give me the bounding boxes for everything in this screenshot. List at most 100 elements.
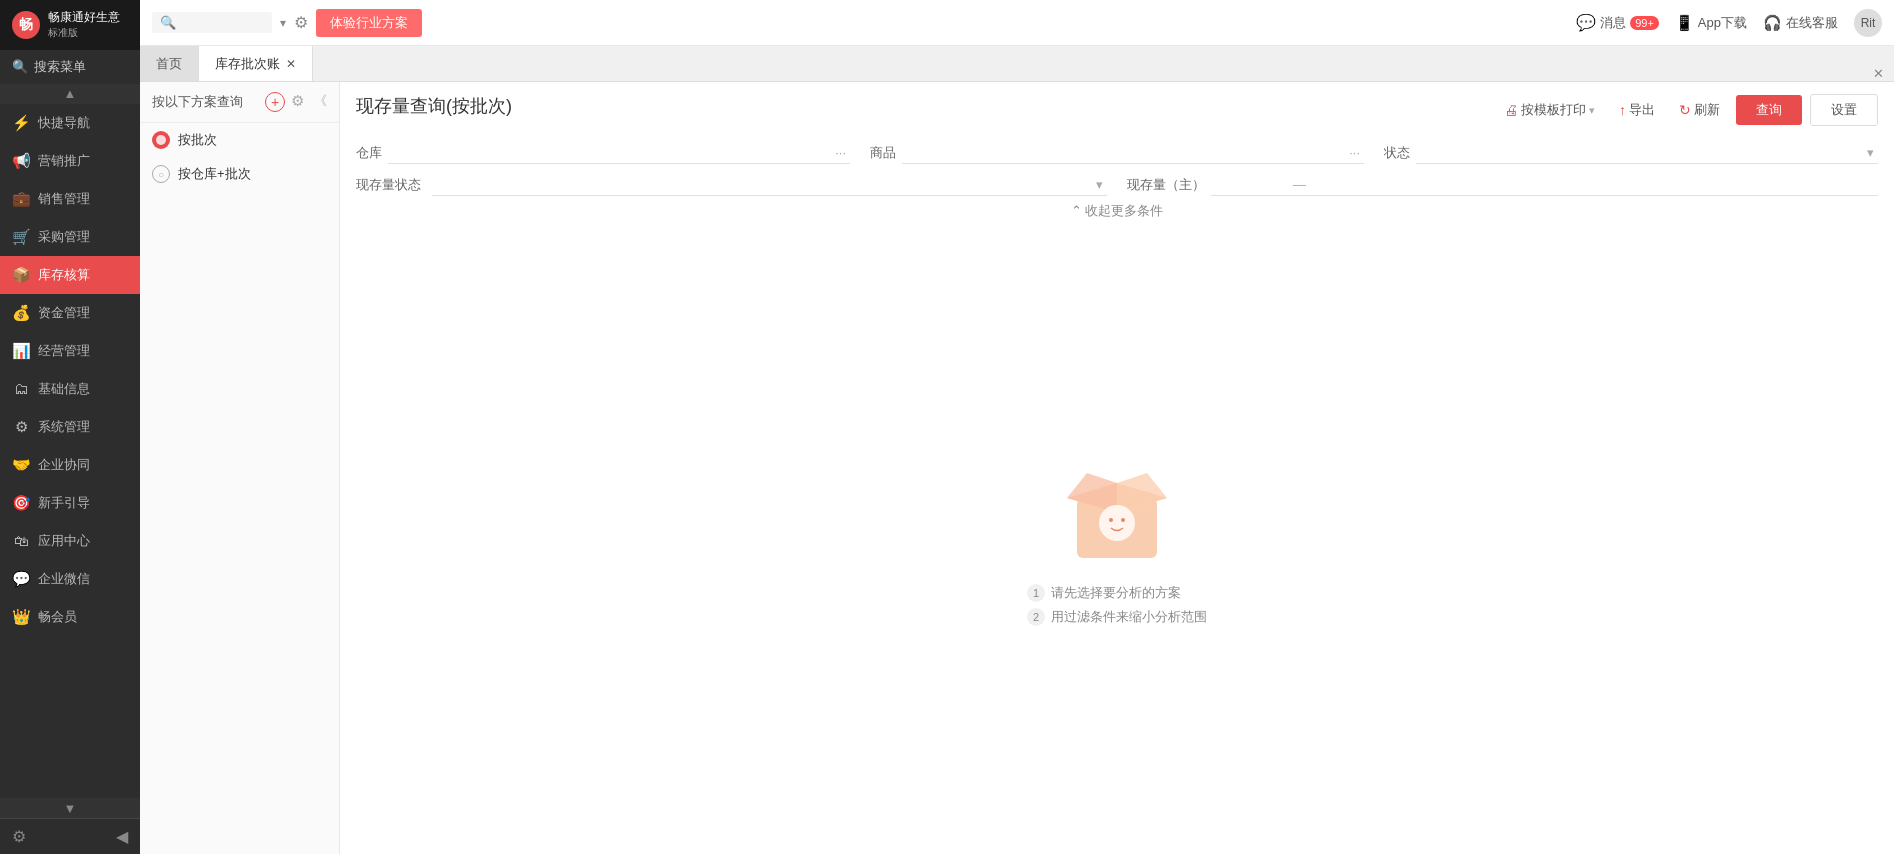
close-panel-icon[interactable]: ✕ bbox=[1863, 66, 1894, 81]
svg-point-7 bbox=[1121, 518, 1125, 522]
topbar-settings-icon[interactable]: ⚙ bbox=[294, 13, 308, 32]
warehouse-control[interactable]: ··· bbox=[388, 142, 850, 164]
warehouse-label: 仓库 bbox=[356, 144, 382, 162]
online-service-item[interactable]: 🎧 在线客服 bbox=[1763, 14, 1838, 32]
sidebar-scroll-up[interactable]: ▲ bbox=[0, 84, 140, 104]
svg-point-0 bbox=[156, 135, 166, 145]
product-field: 商品 ··· bbox=[870, 142, 1364, 164]
stock-qty-max-input[interactable] bbox=[1314, 177, 1384, 192]
scheme-warehouse-batch[interactable]: ○ 按仓库+批次 bbox=[140, 157, 339, 191]
purchase-icon: 🛒 bbox=[12, 228, 30, 246]
sidebar-item-inventory[interactable]: 📦 库存核算 bbox=[0, 256, 140, 294]
sidebar-item-newbie[interactable]: 🎯 新手引导 bbox=[0, 484, 140, 522]
collapse-more-icon: ⌃ bbox=[1071, 203, 1082, 218]
stock-status-label: 现存量状态 bbox=[356, 176, 426, 194]
stock-qty-control: — bbox=[1211, 174, 1878, 196]
sidebar-item-basics[interactable]: 🗂 基础信息 bbox=[0, 370, 140, 408]
messages-label: 消息 bbox=[1600, 14, 1626, 32]
left-panel-header: 按以下方案查询 + ⚙ 《 bbox=[140, 82, 339, 123]
sidebar-settings-icon[interactable]: ⚙ bbox=[12, 827, 26, 846]
sidebar-item-sales[interactable]: 💼 销售管理 bbox=[0, 180, 140, 218]
warehouse-field: 仓库 ··· bbox=[356, 142, 850, 164]
settings-button[interactable]: 设置 bbox=[1810, 94, 1878, 126]
sidebar-item-purchase[interactable]: 🛒 采购管理 bbox=[0, 218, 140, 256]
sales-icon: 💼 bbox=[12, 190, 30, 208]
print-icon: 🖨 bbox=[1504, 102, 1518, 118]
warehouse-dots[interactable]: ··· bbox=[835, 145, 846, 160]
empty-hint-2: 2 用过滤条件来缩小分析范围 bbox=[1027, 608, 1207, 626]
sidebar-item-system[interactable]: ⚙ 系统管理 bbox=[0, 408, 140, 446]
app-subtitle: 标准版 bbox=[48, 26, 120, 40]
online-service-label: 在线客服 bbox=[1786, 14, 1838, 32]
status-arrow[interactable]: ▾ bbox=[1867, 145, 1874, 160]
tab-inventory-batch-close[interactable]: ✕ bbox=[286, 57, 296, 71]
sidebar-item-finance[interactable]: 💰 资金管理 bbox=[0, 294, 140, 332]
sidebar-nav: ⚡ 快捷导航 📢 营销推广 💼 销售管理 🛒 采购管理 📦 库存核算 💰 资金管… bbox=[0, 104, 140, 798]
left-panel-header-label: 按以下方案查询 bbox=[152, 93, 243, 111]
scheme-batch-label: 按批次 bbox=[178, 131, 217, 149]
sidebar-item-enterprise[interactable]: 🤝 企业协同 bbox=[0, 446, 140, 484]
stock-status-field: 现存量状态 ▾ bbox=[356, 174, 1107, 196]
sidebar-item-quick-nav[interactable]: ⚡ 快捷导航 bbox=[0, 104, 140, 142]
export-button[interactable]: ↑ 导出 bbox=[1611, 97, 1663, 123]
add-scheme-icon[interactable]: + bbox=[265, 92, 285, 112]
print-button[interactable]: 🖨 按模板打印 ▾ bbox=[1496, 97, 1603, 123]
hint-num-1: 1 bbox=[1027, 584, 1045, 602]
sidebar-scroll-down[interactable]: ▼ bbox=[0, 798, 140, 818]
newbie-label: 新手引导 bbox=[38, 494, 90, 512]
finance-label: 资金管理 bbox=[38, 304, 90, 322]
collapse-more-bar[interactable]: ⌃ 收起更多条件 bbox=[356, 196, 1878, 226]
sidebar-header: 畅 畅康通好生意 标准版 bbox=[0, 0, 140, 50]
refresh-button[interactable]: ↻ 刷新 bbox=[1671, 97, 1728, 123]
page-header: 现存量查询(按批次) 🖨 按模板打印 ▾ ↑ 导出 ↻ 刷新 bbox=[340, 82, 1894, 226]
scheme-settings-icon[interactable]: ⚙ bbox=[291, 92, 304, 112]
left-panel-collapse-icon[interactable]: 《 bbox=[314, 92, 327, 112]
tab-home[interactable]: 首页 bbox=[140, 46, 199, 81]
status-control[interactable]: ▾ bbox=[1416, 142, 1878, 164]
refresh-label: 刷新 bbox=[1694, 101, 1720, 119]
inventory-label: 库存核算 bbox=[38, 266, 90, 284]
sidebar-item-wechat[interactable]: 💬 企业微信 bbox=[0, 560, 140, 598]
svg-point-5 bbox=[1099, 505, 1135, 541]
sidebar-collapse-icon[interactable]: ◀ bbox=[116, 827, 128, 846]
scheme-batch-icon bbox=[152, 131, 170, 149]
right-panel: 现存量查询(按批次) 🖨 按模板打印 ▾ ↑ 导出 ↻ 刷新 bbox=[340, 82, 1894, 854]
sidebar-item-appstore[interactable]: 🛍 应用中心 bbox=[0, 522, 140, 560]
app-title: 畅康通好生意 bbox=[48, 10, 120, 26]
stock-status-control[interactable]: ▾ bbox=[432, 174, 1107, 196]
left-panel: 按以下方案查询 + ⚙ 《 按批次 ○ 按仓库+批次 bbox=[140, 82, 340, 854]
topbar-search-box[interactable]: 🔍 bbox=[152, 12, 272, 33]
page-title: 现存量查询(按批次) bbox=[356, 94, 512, 118]
tab-inventory-batch[interactable]: 库存批次账 ✕ bbox=[199, 46, 313, 81]
product-dots[interactable]: ··· bbox=[1349, 145, 1360, 160]
user-avatar: Rit bbox=[1854, 9, 1882, 37]
sidebar-item-ops[interactable]: 📊 经营管理 bbox=[0, 332, 140, 370]
print-dropdown-icon[interactable]: ▾ bbox=[1589, 104, 1595, 117]
app-download-item[interactable]: 📱 App下载 bbox=[1675, 14, 1747, 32]
scheme-batch[interactable]: 按批次 bbox=[140, 123, 339, 157]
experience-industry-button[interactable]: 体验行业方案 bbox=[316, 9, 422, 37]
marketing-icon: 📢 bbox=[12, 152, 30, 170]
user-avatar-item[interactable]: Rit bbox=[1854, 9, 1882, 37]
online-service-icon: 🎧 bbox=[1763, 14, 1782, 32]
stock-qty-dash: — bbox=[1289, 177, 1310, 192]
finance-icon: 💰 bbox=[12, 304, 30, 322]
search-menu[interactable]: 🔍 搜索菜单 bbox=[0, 50, 140, 84]
content-area: 按以下方案查询 + ⚙ 《 按批次 ○ 按仓库+批次 bbox=[140, 82, 1894, 854]
sidebar-item-member[interactable]: 👑 畅会员 bbox=[0, 598, 140, 636]
topbar-search-icon: 🔍 bbox=[160, 15, 176, 30]
enterprise-label: 企业协同 bbox=[38, 456, 90, 474]
search-icon: 🔍 bbox=[12, 59, 28, 74]
product-control[interactable]: ··· bbox=[902, 142, 1364, 164]
sidebar-item-marketing[interactable]: 📢 营销推广 bbox=[0, 142, 140, 180]
member-icon: 👑 bbox=[12, 608, 30, 626]
topbar-dropdown-icon[interactable]: ▾ bbox=[280, 16, 286, 30]
stock-status-arrow[interactable]: ▾ bbox=[1096, 177, 1103, 192]
header-toolbar: 🖨 按模板打印 ▾ ↑ 导出 ↻ 刷新 查询 设置 bbox=[1496, 94, 1878, 126]
appstore-label: 应用中心 bbox=[38, 532, 90, 550]
stock-qty-min-input[interactable] bbox=[1215, 177, 1285, 192]
svg-point-6 bbox=[1109, 518, 1113, 522]
product-label: 商品 bbox=[870, 144, 896, 162]
query-button[interactable]: 查询 bbox=[1736, 95, 1802, 125]
messages-item[interactable]: 💬 消息 99+ bbox=[1576, 13, 1659, 32]
